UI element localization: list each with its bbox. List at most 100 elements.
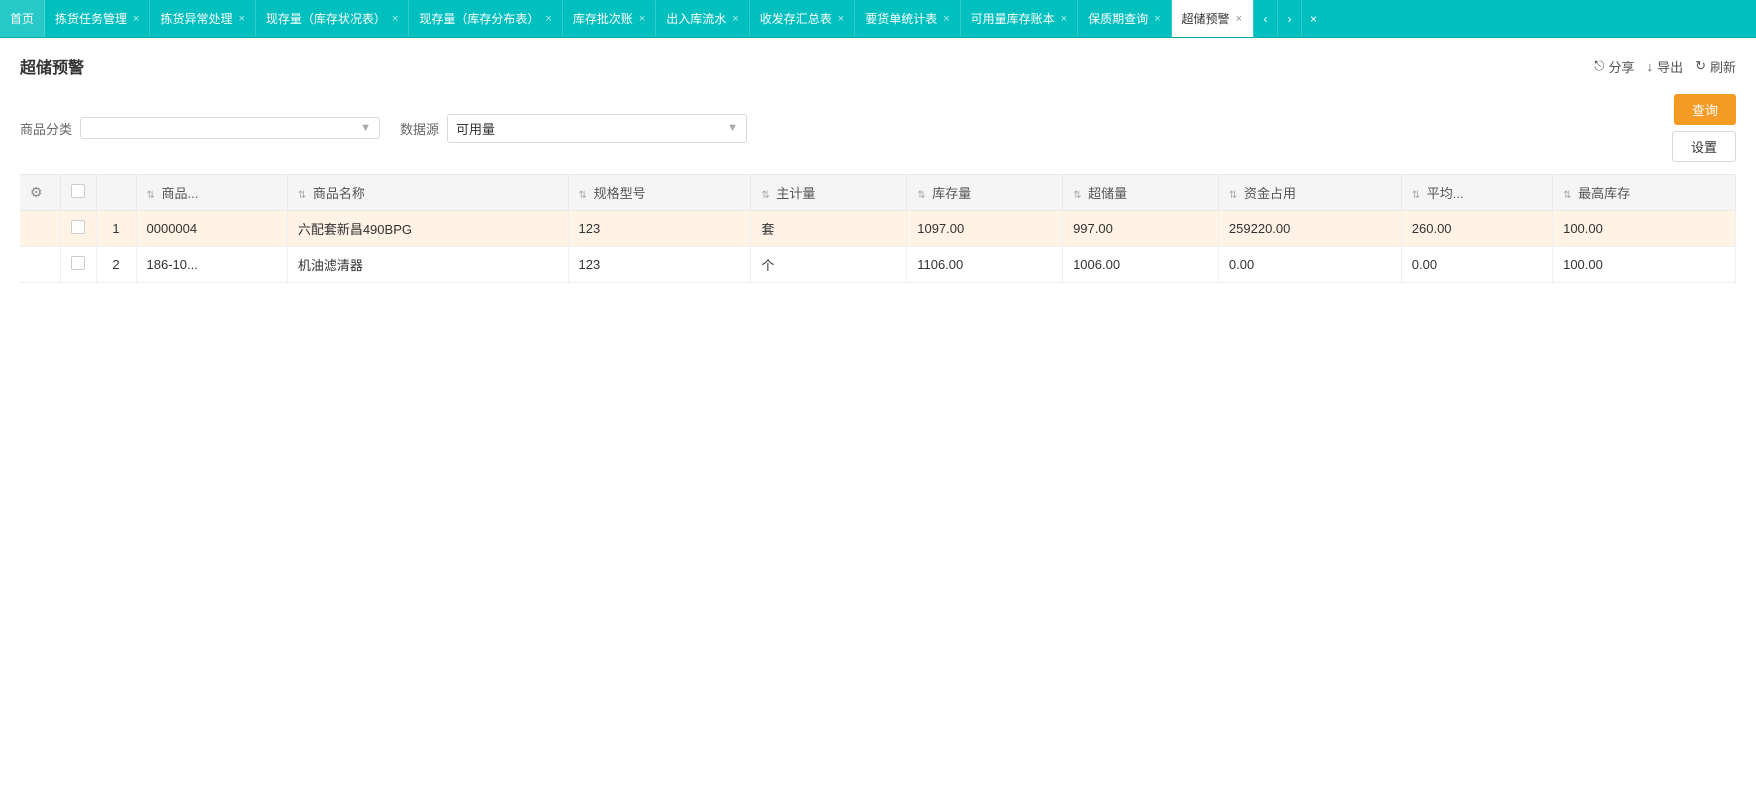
nav-tab-home[interactable]: 首页 <box>0 0 45 38</box>
td-capital-1: 0.00 <box>1218 247 1401 283</box>
spec-sort-icon: ⇅ <box>579 190 587 201</box>
nav-tab-order-stat[interactable]: 要货单统计表 × <box>855 0 960 38</box>
td-over-stock-1: 1006.00 <box>1063 247 1219 283</box>
data-table: ⚙ ⇅ 商品... ⇅ 商品名称 ⇅ 规格型号 <box>20 174 1736 283</box>
nav-tab-pick-exception[interactable]: 拣货异常处理 × <box>150 0 255 38</box>
share-button[interactable]: ⎋ 分享 <box>1594 57 1634 76</box>
settings-button[interactable]: 设置 <box>1672 131 1736 162</box>
nav-tab-available-close[interactable]: × <box>1061 13 1067 25</box>
th-product-code[interactable]: ⇅ 商品... <box>136 175 287 211</box>
nav-tab-flow[interactable]: 出入库流水 × <box>656 0 749 38</box>
th-capital-label: 资金占用 <box>1244 186 1296 201</box>
nav-tab-batch-label: 库存批次账 <box>573 10 633 27</box>
export-button[interactable]: ↓ 导出 <box>1647 57 1684 76</box>
nav-tab-home-label: 首页 <box>10 10 34 27</box>
top-navigation: 首页 拣货任务管理 × 拣货异常处理 × 现存量（库存状况表） × 现存量（库存… <box>0 0 1756 38</box>
nav-tab-pick-task[interactable]: 拣货任务管理 × <box>45 0 150 38</box>
page-title: 超储预警 <box>20 54 84 78</box>
td-gear-0 <box>20 211 60 247</box>
td-product-code-1: 186-10... <box>136 247 287 283</box>
th-avg[interactable]: ⇅ 平均... <box>1401 175 1552 211</box>
th-over-stock-label: 超储量 <box>1088 186 1127 201</box>
nav-tab-inventory-status-close[interactable]: × <box>392 13 398 25</box>
nav-tab-inventory-dist-close[interactable]: × <box>545 13 551 25</box>
nav-tab-expiry[interactable]: 保质期查询 × <box>1078 0 1171 38</box>
category-filter-label: 商品分类 <box>20 119 72 138</box>
th-max-stock[interactable]: ⇅ 最高库存 <box>1553 175 1736 211</box>
th-row-num <box>96 175 136 211</box>
nav-tab-expiry-close[interactable]: × <box>1154 13 1160 25</box>
nav-arrow-close[interactable]: × <box>1301 0 1325 38</box>
nav-tab-available-label: 可用量库存账本 <box>971 10 1055 27</box>
th-stock-label: 库存量 <box>932 186 971 201</box>
th-product-name-label: 商品名称 <box>313 186 365 201</box>
th-stock[interactable]: ⇅ 库存量 <box>907 175 1063 211</box>
avg-sort-icon: ⇅ <box>1412 190 1420 201</box>
th-checkbox <box>60 175 96 211</box>
nav-tab-pick-exception-label: 拣货异常处理 <box>160 10 232 27</box>
nav-tab-pick-task-close[interactable]: × <box>133 13 139 25</box>
td-gear-1 <box>20 247 60 283</box>
product-name-sort-icon: ⇅ <box>298 190 306 201</box>
share-icon: ⎋ <box>1594 58 1604 74</box>
nav-tab-flow-close[interactable]: × <box>732 13 738 25</box>
row-checkbox-0[interactable] <box>71 220 85 234</box>
stock-sort-icon: ⇅ <box>917 190 925 201</box>
nav-tab-overstock-label: 超储预警 <box>1182 10 1230 27</box>
td-stock-0: 1097.00 <box>907 211 1063 247</box>
nav-tab-flow-label: 出入库流水 <box>666 10 726 27</box>
nav-tab-overstock-close[interactable]: × <box>1236 13 1242 25</box>
column-settings-icon[interactable]: ⚙ <box>30 184 43 200</box>
nav-tab-inventory-dist-label: 现存量（库存分布表） <box>419 10 539 27</box>
nav-arrow-left[interactable]: ‹ <box>1253 0 1277 38</box>
td-unit-0: 套 <box>751 211 907 247</box>
th-unit[interactable]: ⇅ 主计量 <box>751 175 907 211</box>
table-row: 1 0000004 六配套新昌490BPG 123 套 1097.00 997.… <box>20 211 1736 247</box>
nav-tab-pick-exception-close[interactable]: × <box>238 13 244 25</box>
filter-row: 商品分类 ▼ 数据源 可用量 ▼ 查询 设置 <box>20 94 1736 162</box>
th-spec[interactable]: ⇅ 规格型号 <box>568 175 751 211</box>
table-header-row: ⚙ ⇅ 商品... ⇅ 商品名称 ⇅ 规格型号 <box>20 175 1736 211</box>
td-checkbox-0 <box>60 211 96 247</box>
td-capital-0: 259220.00 <box>1218 211 1401 247</box>
nav-tab-order-stat-label: 要货单统计表 <box>865 10 937 27</box>
page-header: 超储预警 ⎋ 分享 ↓ 导出 ↻ 刷新 <box>20 54 1736 78</box>
td-spec-1: 123 <box>568 247 751 283</box>
select-all-checkbox[interactable] <box>71 184 85 198</box>
td-max-stock-1: 100.00 <box>1553 247 1736 283</box>
nav-tab-available[interactable]: 可用量库存账本 × <box>961 0 1078 38</box>
row-checkbox-1[interactable] <box>71 256 85 270</box>
refresh-label: 刷新 <box>1710 57 1736 76</box>
th-capital[interactable]: ⇅ 资金占用 <box>1218 175 1401 211</box>
nav-tab-batch[interactable]: 库存批次账 × <box>563 0 656 38</box>
nav-tab-inventory-dist[interactable]: 现存量（库存分布表） × <box>409 0 562 38</box>
td-product-name-1: 机油滤清器 <box>287 247 568 283</box>
nav-tab-summary-label: 收发存汇总表 <box>760 10 832 27</box>
nav-tab-inventory-status[interactable]: 现存量（库存状况表） × <box>256 0 409 38</box>
td-max-stock-0: 100.00 <box>1553 211 1736 247</box>
th-product-name[interactable]: ⇅ 商品名称 <box>287 175 568 211</box>
nav-tab-batch-close[interactable]: × <box>639 13 645 25</box>
page-content: 超储预警 ⎋ 分享 ↓ 导出 ↻ 刷新 商品分类 ▼ 数据源 <box>0 38 1756 299</box>
datasource-filter-label: 数据源 <box>400 119 439 138</box>
category-filter-group: 商品分类 ▼ <box>20 117 380 139</box>
table-body: 1 0000004 六配套新昌490BPG 123 套 1097.00 997.… <box>20 211 1736 283</box>
query-button[interactable]: 查询 <box>1674 94 1736 125</box>
refresh-button[interactable]: ↻ 刷新 <box>1695 57 1736 76</box>
product-code-sort-icon: ⇅ <box>147 190 155 201</box>
refresh-icon: ↻ <box>1695 58 1706 74</box>
category-chevron-icon: ▼ <box>360 122 371 134</box>
nav-tab-summary[interactable]: 收发存汇总表 × <box>750 0 855 38</box>
category-select[interactable]: ▼ <box>80 117 380 139</box>
share-label: 分享 <box>1609 57 1635 76</box>
nav-tab-order-stat-close[interactable]: × <box>943 13 949 25</box>
td-avg-0: 260.00 <box>1401 211 1552 247</box>
nav-tab-summary-close[interactable]: × <box>838 13 844 25</box>
nav-tab-overstock[interactable]: 超储预警 × <box>1172 0 1253 38</box>
datasource-select[interactable]: 可用量 ▼ <box>447 114 747 143</box>
td-row-num-0: 1 <box>96 211 136 247</box>
nav-arrow-right[interactable]: › <box>1277 0 1301 38</box>
td-row-num-1: 2 <box>96 247 136 283</box>
th-over-stock[interactable]: ⇅ 超储量 <box>1063 175 1219 211</box>
th-gear: ⚙ <box>20 175 60 211</box>
